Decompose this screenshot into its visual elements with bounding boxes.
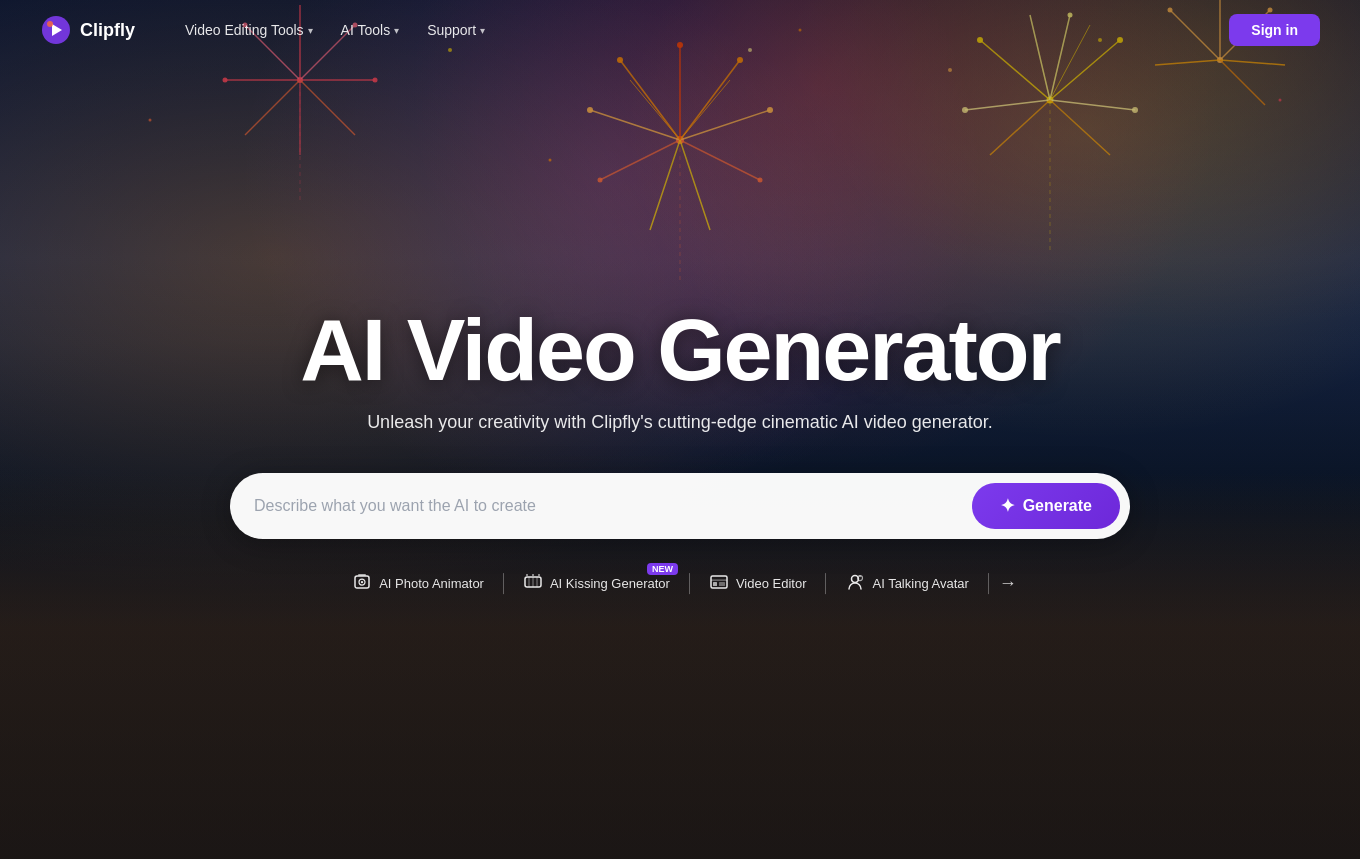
chevron-down-icon-video: ▾ — [308, 25, 313, 36]
nav-label-support: Support — [427, 22, 476, 38]
logo-icon — [40, 14, 72, 46]
quick-link-label-video-editor: Video Editor — [736, 576, 807, 591]
chevron-down-icon-ai: ▾ — [394, 25, 399, 36]
svg-point-79 — [538, 574, 540, 576]
svg-rect-82 — [713, 582, 717, 586]
hero-section: Clipfly Video Editing Tools ▾ AI Tools ▾… — [0, 0, 1360, 859]
nav-label-video-editing: Video Editing Tools — [185, 22, 304, 38]
arrow-right-icon: → — [999, 573, 1017, 594]
quick-link-label-ai-photo-animator: AI Photo Animator — [379, 576, 484, 591]
svg-rect-70 — [358, 574, 366, 576]
ai-kissing-generator-icon — [524, 573, 542, 595]
svg-point-78 — [532, 574, 534, 576]
svg-rect-83 — [719, 582, 725, 586]
more-tools-arrow[interactable]: → — [989, 567, 1027, 600]
nav-label-ai-tools: AI Tools — [341, 22, 391, 38]
nav-item-video-editing-tools[interactable]: Video Editing Tools ▾ — [175, 16, 323, 44]
svg-point-77 — [526, 574, 528, 576]
quick-links: AI Photo Animator NEW AI Kissing Gener — [230, 567, 1130, 601]
chevron-down-icon-support: ▾ — [480, 25, 485, 36]
ai-photo-animator-icon — [353, 573, 371, 595]
quick-link-ai-photo-animator[interactable]: AI Photo Animator — [333, 567, 504, 601]
generate-button[interactable]: ✦ Generate — [972, 483, 1120, 529]
quick-link-label-ai-talking-avatar: AI Talking Avatar — [872, 576, 968, 591]
prompt-input[interactable] — [254, 497, 972, 515]
quick-link-ai-talking-avatar[interactable]: AI Talking Avatar — [826, 567, 988, 601]
sign-in-button[interactable]: Sign in — [1229, 14, 1320, 46]
sparkle-icon: ✦ — [1000, 495, 1015, 517]
logo-text: Clipfly — [80, 20, 135, 41]
hero-content: AI Video Generator Unleash your creativi… — [230, 306, 1130, 601]
quick-link-video-editor[interactable]: Video Editor — [690, 567, 827, 601]
video-editor-icon — [710, 573, 728, 595]
generate-label: Generate — [1023, 497, 1092, 515]
nav-item-support[interactable]: Support ▾ — [417, 16, 495, 44]
hero-title: AI Video Generator — [230, 306, 1130, 394]
hero-subtitle: Unleash your creativity with Clipfly's c… — [230, 412, 1130, 433]
nav-item-ai-tools[interactable]: AI Tools ▾ — [331, 16, 410, 44]
svg-point-68 — [47, 21, 53, 27]
search-bar: ✦ Generate — [230, 473, 1130, 539]
new-badge: NEW — [647, 563, 678, 575]
quick-link-ai-kissing-generator[interactable]: NEW AI Kissing Generator — [504, 567, 690, 601]
nav-links: Video Editing Tools ▾ AI Tools ▾ Support… — [175, 16, 495, 44]
navbar: Clipfly Video Editing Tools ▾ AI Tools ▾… — [0, 0, 1360, 60]
ai-talking-avatar-icon — [846, 573, 864, 595]
quick-link-label-ai-kissing-generator: AI Kissing Generator — [550, 576, 670, 591]
navbar-left: Clipfly Video Editing Tools ▾ AI Tools ▾… — [40, 14, 495, 46]
logo[interactable]: Clipfly — [40, 14, 135, 46]
svg-point-72 — [361, 580, 363, 582]
svg-rect-80 — [711, 576, 727, 588]
